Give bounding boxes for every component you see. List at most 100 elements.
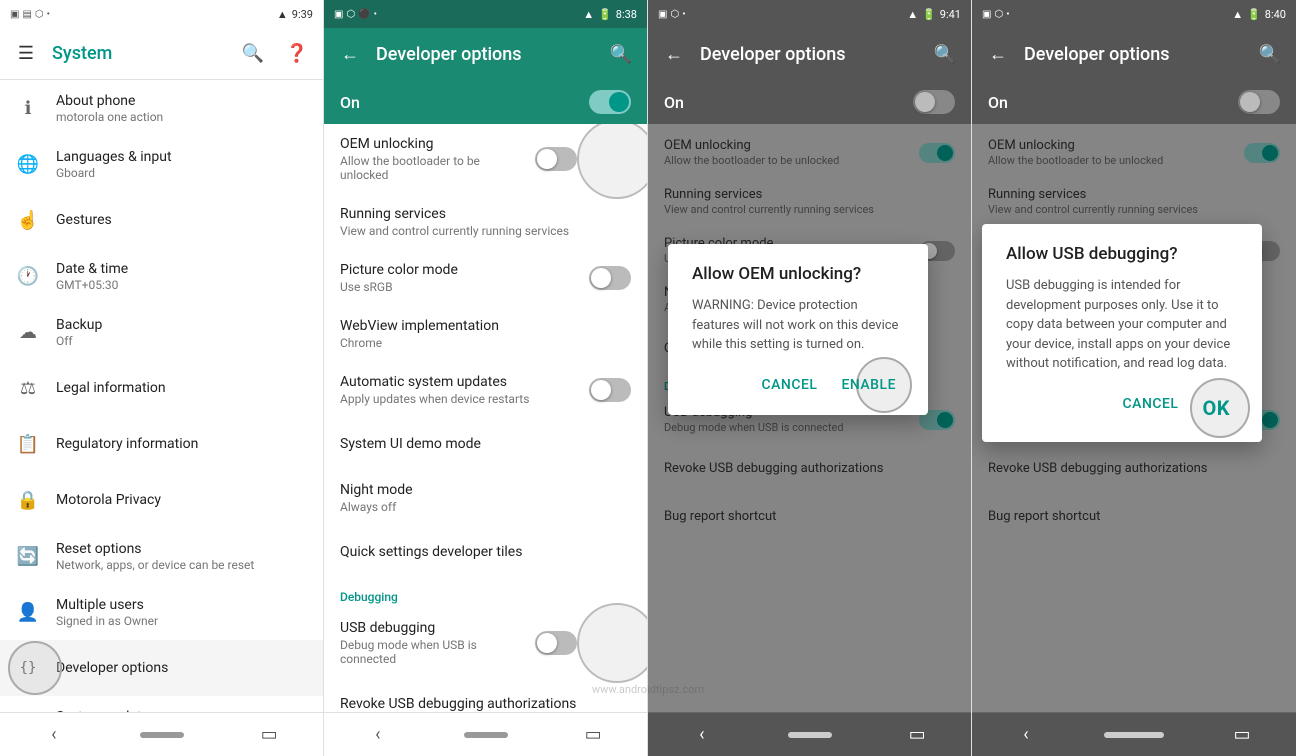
help-icon-panel1[interactable]: ❓ — [279, 36, 315, 72]
setting-revoke-usb[interactable]: Revoke USB debugging authorizations — [324, 678, 647, 712]
main-toggle-panel3[interactable] — [913, 90, 955, 114]
oem-toggle[interactable] — [535, 147, 577, 171]
setting-ui-demo[interactable]: System UI demo mode — [324, 418, 647, 470]
toolbar-title-panel3: Developer options — [700, 44, 919, 65]
search-icon-panel4[interactable]: 🔍 — [1252, 36, 1288, 72]
home-pill-panel1[interactable] — [108, 713, 216, 756]
back-btn-panel4[interactable]: ‹ — [972, 713, 1080, 756]
sidebar-item-legal[interactable]: ⚖ Legal information — [0, 360, 323, 416]
recents-btn-panel1[interactable]: ▭ — [215, 713, 323, 756]
usb-dialog-title: Allow USB debugging? — [1006, 244, 1238, 264]
toolbar-title-panel4: Developer options — [1024, 44, 1244, 65]
sidebar-item-users[interactable]: 👤 Multiple users Signed in as Owner — [0, 584, 323, 640]
usb-ok-btn[interactable]: OK — [1194, 390, 1238, 426]
home-btn-panel2[interactable] — [432, 713, 540, 756]
sidebar-item-motorola-privacy[interactable]: 🔒 Motorola Privacy — [0, 472, 323, 528]
color-label: Picture color mode — [340, 262, 577, 278]
notif-icons-panel4: ▣⬡• — [982, 9, 1010, 20]
back-icon-panel2[interactable]: ← — [332, 36, 368, 72]
sidebar-item-languages[interactable]: 🌐 Languages & input Gboard — [0, 136, 323, 192]
about-icon: ℹ — [16, 96, 40, 120]
setting-picture-color[interactable]: Picture color mode Use sRGB — [324, 250, 647, 306]
backup-icon: ☁ — [16, 320, 40, 344]
users-sublabel: Signed in as Owner — [56, 614, 307, 628]
usb-dialog-actions: Cancel OK — [1006, 390, 1238, 434]
color-toggle[interactable] — [589, 266, 631, 290]
search-icon-panel1[interactable]: 🔍 — [235, 36, 271, 72]
setting-usb-debugging[interactable]: USB debugging Debug mode when USB is con… — [324, 608, 647, 678]
oem-cancel-btn[interactable]: Cancel — [753, 371, 825, 399]
back-icon-panel4[interactable]: ← — [980, 36, 1016, 72]
time-panel3: 9:41 — [940, 8, 961, 21]
status-bar-panel3: ▣⬡• ▲ 🔋 9:41 — [648, 0, 971, 28]
about-sublabel: motorola one action — [56, 110, 307, 124]
wifi-icon-panel3: ▲ — [907, 8, 918, 21]
bottom-nav-panel3: ‹ ▭ — [648, 712, 971, 756]
languages-label: Languages & input — [56, 149, 307, 165]
sidebar-item-reset[interactable]: 🔄 Reset options Network, apps, or device… — [0, 528, 323, 584]
oem-enable-btn[interactable]: Enable — [833, 371, 904, 399]
sidebar-item-developer-options[interactable]: {} Developer options — [0, 640, 323, 696]
sidebar-item-system-updates[interactable]: 📱 System updates Updated to Android 9 — [0, 696, 323, 712]
usb-cancel-btn[interactable]: Cancel — [1115, 390, 1187, 426]
home-btn-panel3[interactable] — [756, 713, 864, 756]
autoupdate-toggle[interactable] — [589, 378, 631, 402]
status-bar-panel4: ▣⬡• ▲ 🔋 8:40 — [972, 0, 1296, 28]
search-icon-panel2[interactable]: 🔍 — [603, 36, 639, 72]
panel4-content: OEM unlocking Allow the bootloader to be… — [972, 124, 1296, 712]
notification-icons-panel2: ▣⬡⚫• — [334, 9, 377, 20]
sidebar-item-regulatory[interactable]: 📋 Regulatory information — [0, 416, 323, 472]
toolbar-panel2: ← Developer options 🔍 — [324, 28, 647, 80]
setting-auto-updates[interactable]: Automatic system updates Apply updates w… — [324, 362, 647, 418]
usb-dialog-body: USB debugging is intended for developmen… — [1006, 276, 1238, 374]
battery-panel4: 🔋 — [1247, 8, 1261, 21]
back-icon-panel3[interactable]: ← — [656, 36, 692, 72]
revoke-label: Revoke USB debugging authorizations — [340, 696, 631, 712]
settings-scroll-panel2[interactable]: OEM unlocking Allow the bootloader to be… — [324, 124, 647, 712]
panel-developer-options: ▣⬡⚫• ▲ 🔋 8:38 ← Developer options 🔍 On O… — [324, 0, 648, 756]
bottom-nav-panel1: ‹ ▭ — [0, 712, 323, 756]
home-pill-indicator — [140, 732, 184, 738]
back-btn-panel3[interactable]: ‹ — [648, 713, 756, 756]
running-label: Running services — [340, 206, 631, 222]
panel-oem-dialog: ▣⬡• ▲ 🔋 9:41 ← Developer options 🔍 On OE… — [648, 0, 972, 756]
sidebar-item-backup[interactable]: ☁ Backup Off — [0, 304, 323, 360]
sidebar-item-datetime[interactable]: 🕐 Date & time GMT+05:30 — [0, 248, 323, 304]
time-panel4: 8:40 — [1265, 8, 1286, 21]
recents-btn-panel2[interactable]: ▭ — [539, 713, 647, 756]
developer-icon: {} — [16, 656, 40, 680]
webview-label: WebView implementation — [340, 318, 631, 334]
reset-sublabel: Network, apps, or device can be reset — [56, 558, 307, 572]
oem-dialog-actions: Cancel Enable — [692, 371, 904, 407]
gestures-label: Gestures — [56, 212, 307, 228]
setting-night-mode[interactable]: Night mode Always off — [324, 470, 647, 526]
recents-btn-panel4[interactable]: ▭ — [1188, 713, 1296, 756]
setting-oem-unlocking[interactable]: OEM unlocking Allow the bootloader to be… — [324, 124, 647, 194]
debugging-header: Debugging — [324, 578, 647, 608]
main-toggle-panel4[interactable] — [1238, 90, 1280, 114]
back-btn-panel2[interactable]: ‹ — [324, 713, 432, 756]
back-btn-panel1[interactable]: ‹ — [0, 713, 108, 756]
main-toggle-panel2[interactable] — [589, 90, 631, 114]
languages-icon: 🌐 — [16, 152, 40, 176]
bottom-nav-panel4: ‹ ▭ — [972, 712, 1296, 756]
about-label: About phone — [56, 93, 307, 109]
setting-running-services[interactable]: Running services View and control curren… — [324, 194, 647, 250]
sidebar-list: ℹ About phone motorola one action 🌐 Lang… — [0, 80, 323, 712]
sidebar-item-about-phone[interactable]: ℹ About phone motorola one action — [0, 80, 323, 136]
color-sublabel: Use sRGB — [340, 280, 577, 294]
setting-webview[interactable]: WebView implementation Chrome — [324, 306, 647, 362]
setting-quick-tiles[interactable]: Quick settings developer tiles — [324, 526, 647, 578]
search-icon-panel3[interactable]: 🔍 — [927, 36, 963, 72]
home-btn-panel4[interactable] — [1080, 713, 1188, 756]
on-bar-panel4: On — [972, 80, 1296, 124]
datetime-sublabel: GMT+05:30 — [56, 278, 307, 292]
recents-btn-panel3[interactable]: ▭ — [863, 713, 971, 756]
reset-icon: 🔄 — [16, 544, 40, 568]
usb-toggle[interactable] — [535, 631, 577, 655]
status-bar-panel1: ▣▤⬡• ▲ 9:39 — [0, 0, 323, 28]
toolbar-title-panel2: Developer options — [376, 44, 595, 65]
notification-icons-panel1: ▣▤⬡• — [10, 9, 50, 20]
menu-icon-panel1[interactable]: ☰ — [8, 36, 44, 72]
sidebar-item-gestures[interactable]: ☝ Gestures — [0, 192, 323, 248]
